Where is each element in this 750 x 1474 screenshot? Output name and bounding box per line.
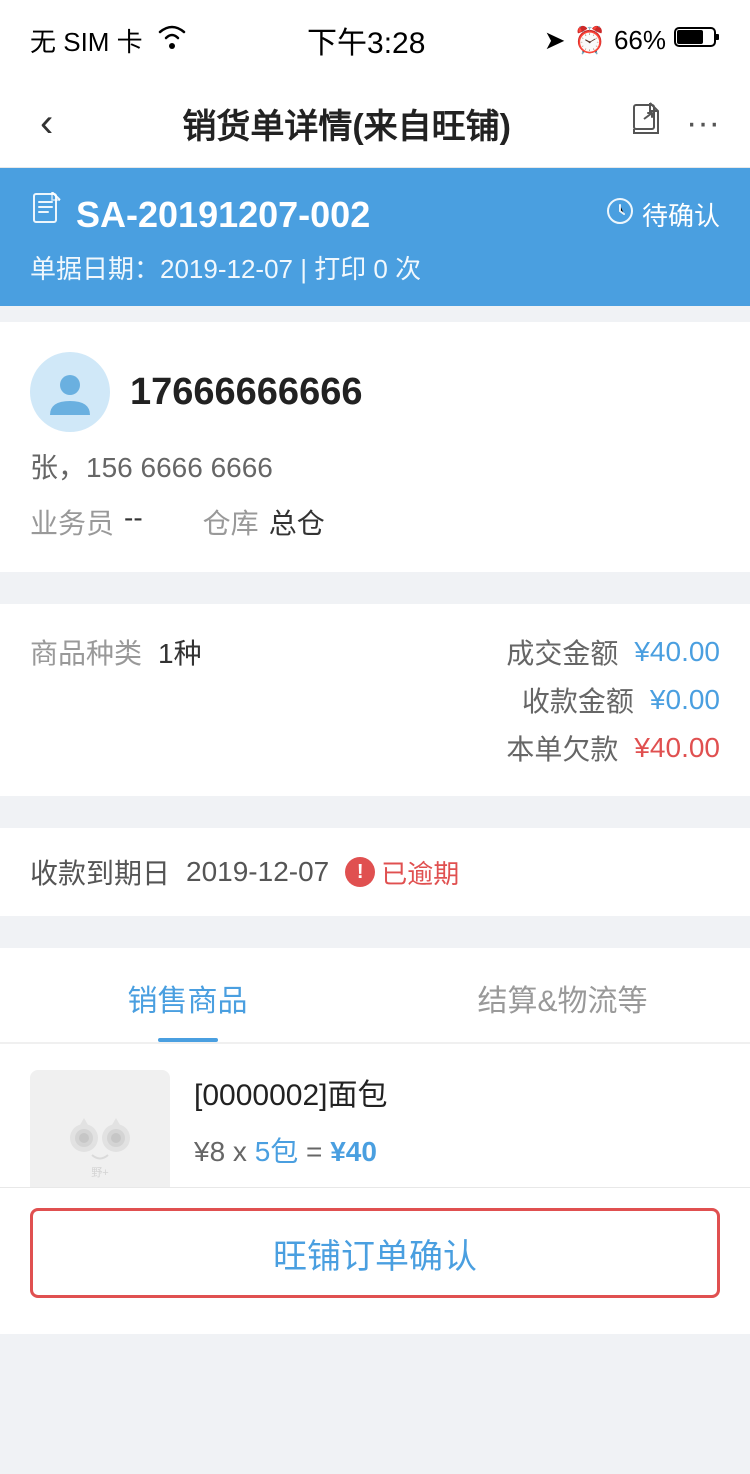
bottom-bar: 旺铺订单确认 (0, 1187, 750, 1334)
stats-amounts: 成交金额 ¥40.00 收款金额 ¥0.00 本单欠款 ¥40.00 (506, 632, 720, 768)
stats-section: 商品种类 1种 成交金额 ¥40.00 收款金额 ¥0.00 本单欠款 ¥40.… (0, 604, 750, 796)
product-name: [0000002]面包 (194, 1070, 720, 1114)
order-date: 单据日期：2019-12-07 | 打印 0 次 (30, 249, 720, 286)
customer-phone: 17666666666 (130, 371, 362, 414)
nav-right-icons: ··· (630, 101, 720, 146)
status-bar-right: ➤ ⏰ 66% (544, 25, 720, 56)
warehouse-label: 仓库 (203, 502, 259, 542)
order-id: SA-20191207-002 (30, 192, 370, 237)
tab-settlement[interactable]: 结算&物流等 (375, 948, 750, 1042)
alarm-icon: ⏰ (574, 25, 606, 56)
receipt-amount-row: 收款金额 ¥0.00 (522, 680, 720, 720)
separator-2 (0, 796, 750, 812)
receipt-amount-value: ¥0.00 (650, 684, 720, 716)
category-label: 商品种类 (30, 632, 142, 672)
owed-amount-label: 本单欠款 (506, 728, 618, 768)
stats-category: 商品种类 1种 (30, 632, 202, 672)
sales-rep-label: 业务员 (30, 502, 114, 542)
warehouse-item: 仓库 总仓 (203, 502, 325, 542)
product-price: ¥8 x 5包 = ¥40 (194, 1130, 720, 1170)
customer-avatar (30, 352, 110, 432)
location-icon: ➤ (544, 25, 566, 56)
order-banner: SA-20191207-002 待确认 单据日期：2019-12-07 | 打印… (0, 168, 750, 306)
share-icon[interactable] (630, 101, 666, 146)
price-qty: 5包 (255, 1136, 299, 1167)
carrier-text: 无 SIM 卡 (30, 22, 143, 59)
overdue-text: 已逾期 (381, 854, 459, 891)
back-button[interactable]: ‹ (30, 91, 63, 156)
due-date-section: 收款到期日 2019-12-07 ! 已逾期 (0, 828, 750, 916)
price-base: ¥8 x (194, 1136, 255, 1167)
deal-amount-value: ¥40.00 (634, 636, 720, 668)
tab-settlement-label: 结算&物流等 (477, 985, 647, 1018)
confirm-button[interactable]: 旺铺订单确认 (30, 1208, 720, 1298)
page-title: 销货单详情(来自旺铺) (63, 99, 630, 148)
price-total: ¥40 (330, 1136, 377, 1167)
separator-1 (0, 572, 750, 588)
customer-meta: 业务员 -- 仓库 总仓 (30, 502, 720, 542)
tabs-row: 销售商品 结算&物流等 (0, 948, 750, 1044)
svg-text:野+: 野+ (91, 1166, 108, 1179)
deal-amount-label: 成交金额 (506, 632, 618, 672)
status-bar: 无 SIM 卡 下午3:28 ➤ ⏰ 66% (0, 0, 750, 80)
tab-sales-goods-label: 销售商品 (128, 985, 248, 1018)
customer-name: 张，156 6666 6666 (30, 446, 720, 486)
customer-section: 17666666666 张，156 6666 6666 业务员 -- 仓库 总仓 (0, 322, 750, 572)
due-date-value: 2019-12-07 (186, 856, 329, 888)
receipt-amount-label: 收款金额 (522, 680, 634, 720)
order-number: SA-20191207-002 (76, 194, 370, 236)
warehouse-value: 总仓 (269, 502, 325, 542)
battery-text: 66% (614, 25, 666, 56)
product-info: [0000002]面包 ¥8 x 5包 = ¥40 (194, 1070, 720, 1170)
nav-bar: ‹ 销货单详情(来自旺铺) ··· (0, 80, 750, 168)
status-bar-time: 下午3:28 (307, 18, 425, 62)
price-equals: = (298, 1136, 330, 1167)
order-status: 待确认 (606, 196, 720, 233)
due-date-label: 收款到期日 (30, 852, 170, 892)
owed-amount-value: ¥40.00 (634, 732, 720, 764)
status-bar-left: 无 SIM 卡 (30, 22, 189, 59)
wifi-icon (155, 24, 189, 57)
battery-icon (674, 25, 720, 56)
separator-3 (0, 916, 750, 932)
more-icon[interactable]: ··· (686, 104, 720, 143)
owed-amount-row: 本单欠款 ¥40.00 (506, 728, 720, 768)
sales-rep-item: 业务员 -- (30, 502, 143, 542)
clock-icon (606, 197, 634, 232)
tab-sales-goods[interactable]: 销售商品 (0, 948, 375, 1042)
status-text: 待确认 (642, 196, 720, 233)
overdue-icon: ! (345, 857, 375, 887)
deal-amount-row: 成交金额 ¥40.00 (506, 632, 720, 672)
sales-rep-value: -- (124, 502, 143, 542)
order-doc-icon (30, 192, 66, 237)
overdue-badge: ! 已逾期 (345, 854, 459, 891)
category-value: 1种 (158, 632, 202, 672)
